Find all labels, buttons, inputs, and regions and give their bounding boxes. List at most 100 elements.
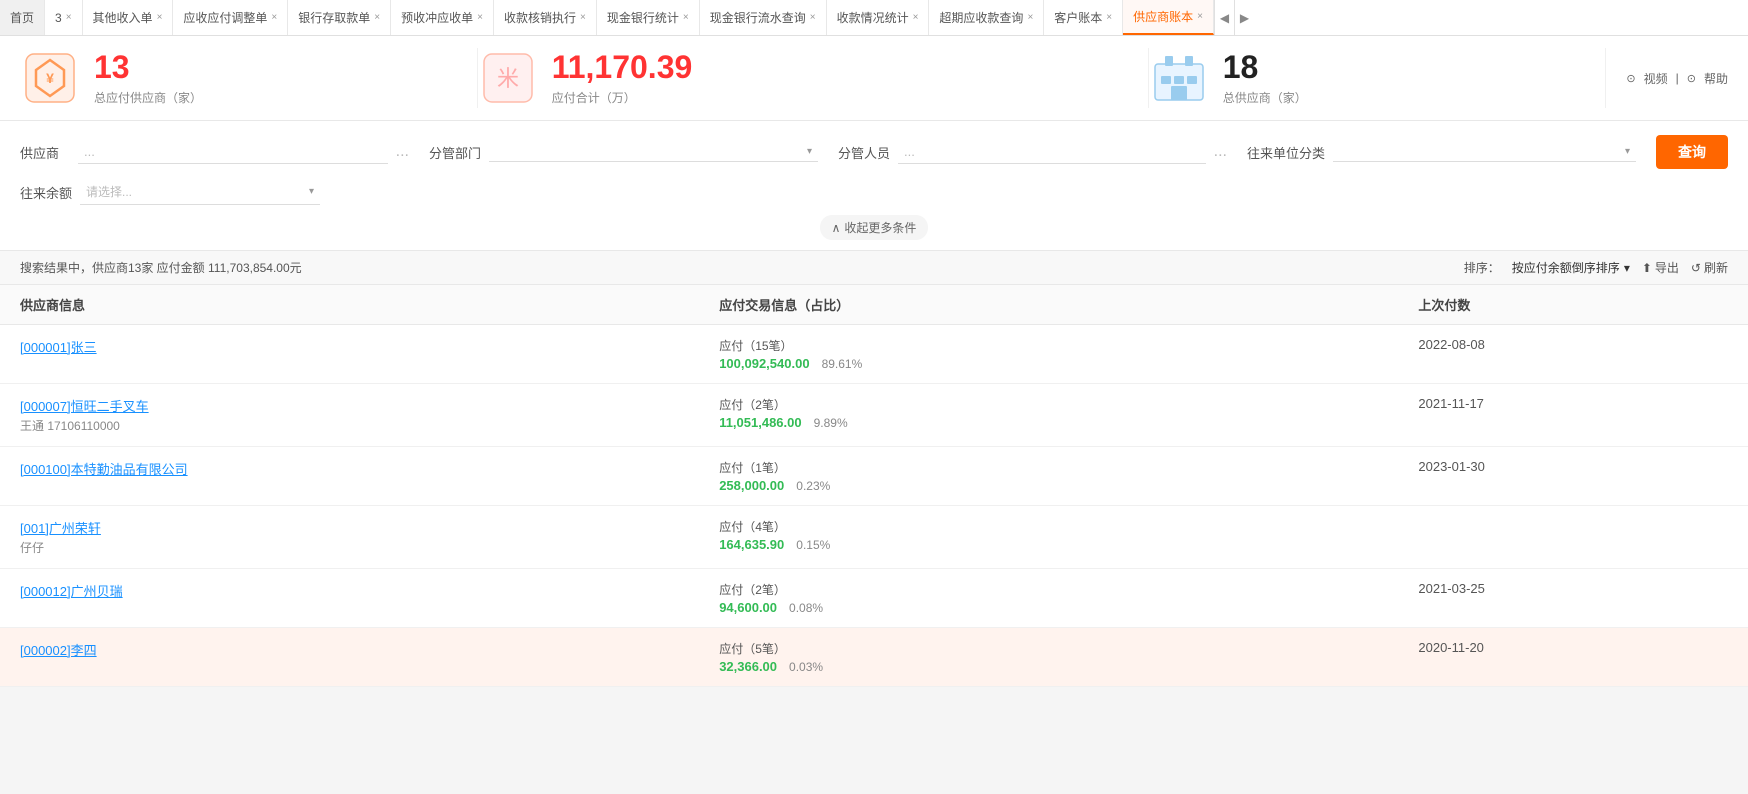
payable-amount[interactable]: 164,635.90: [719, 537, 784, 552]
tab-3-close[interactable]: ×: [66, 12, 72, 23]
supplier-link[interactable]: [000002]李四: [20, 643, 97, 658]
payable-amount[interactable]: 11,051,486.00: [719, 415, 801, 430]
collect-stats-label: 收款情况统计: [837, 9, 909, 26]
nav-arrow-left[interactable]: ◀: [1214, 0, 1234, 35]
person-filter-input[interactable]: [898, 140, 1206, 164]
last-payment-cell: 2023-01-30: [1398, 447, 1748, 506]
cash-bank-stats-close[interactable]: ×: [683, 12, 689, 23]
supplier-link[interactable]: [000007]恒旺二手叉车: [20, 399, 149, 414]
filter-row-1: 供应商 ... 分管部门 ▾ 分管人员 ... 往来单位分类 ▾ 查询: [20, 135, 1728, 169]
table-row: [000002]李四应付（5笔）32,366.000.03%2020-11-20: [0, 628, 1748, 687]
payable-amount[interactable]: 94,600.00: [719, 600, 777, 615]
dept-filter-label: 分管部门: [429, 143, 481, 162]
supplier-info-cell: [000001]张三: [0, 325, 699, 384]
nav-tab-home[interactable]: 首页: [0, 0, 45, 35]
payable-amount[interactable]: 258,000.00: [719, 478, 784, 493]
table-container: 供应商信息 应付交易信息（占比） 上次付数 [000001]张三应付（15笔）1…: [0, 285, 1748, 687]
last-payment-date: 2021-03-25: [1418, 581, 1485, 596]
bank-deposit-close[interactable]: ×: [374, 12, 380, 23]
payable-label: 应付（2笔）: [719, 581, 1378, 598]
supplier-link[interactable]: [000012]广州贝瑞: [20, 584, 123, 599]
ap-adjustment-close[interactable]: ×: [271, 12, 277, 23]
nav-tab-supplier-account[interactable]: 供应商账本 ×: [1123, 0, 1214, 35]
category-filter-select[interactable]: ▾: [1333, 142, 1636, 162]
nav-tab-ap-adjustment[interactable]: 应收应付调整单 ×: [173, 0, 288, 35]
nav-tab-3[interactable]: 3 ×: [45, 0, 83, 35]
nav-arrow-right[interactable]: ▶: [1234, 0, 1254, 35]
svg-text:¥: ¥: [46, 70, 54, 86]
cash-bank-flow-close[interactable]: ×: [810, 12, 816, 23]
help-link[interactable]: 帮助: [1704, 70, 1728, 87]
prepay-collect-label: 预收冲应收单: [401, 9, 473, 26]
nav-tab-collect-verify[interactable]: 收款核销执行 ×: [494, 0, 597, 35]
payable-percent: 0.23%: [796, 479, 830, 493]
video-icon: ⊙: [1626, 72, 1635, 85]
payable-label: 应付（5笔）: [719, 640, 1378, 657]
help-icon: ⊙: [1687, 72, 1696, 85]
prepay-collect-close[interactable]: ×: [477, 12, 483, 23]
search-button[interactable]: 查询: [1656, 135, 1728, 169]
cash-bank-flow-label: 现金银行流水查询: [710, 9, 806, 26]
supplier-contact: 仔仔: [20, 539, 679, 556]
stat-payable-amount-text: 11,170.39 应付合计（万）: [552, 50, 693, 106]
supplier-dots-icon[interactable]: ...: [396, 143, 409, 161]
supplier-filter-label: 供应商: [20, 143, 70, 162]
category-chevron-icon: ▾: [1625, 146, 1630, 157]
filter-row-2: 往来余额 请选择... ▾: [20, 179, 320, 205]
other-income-close[interactable]: ×: [157, 12, 163, 23]
payable-suppliers-icon: ¥: [20, 48, 80, 108]
payable-suppliers-number: 13: [94, 50, 202, 85]
payable-amount[interactable]: 32,366.00: [719, 659, 777, 674]
nav-tab-prepay-collect[interactable]: 预收冲应收单 ×: [391, 0, 494, 35]
home-tab-label: 首页: [10, 9, 34, 26]
payable-amount[interactable]: 100,092,540.00: [719, 356, 809, 371]
nav-tab-customer-account[interactable]: 客户账本 ×: [1044, 0, 1123, 35]
collect-verify-close[interactable]: ×: [580, 12, 586, 23]
last-payment-cell: [1398, 506, 1748, 569]
nav-tab-cash-bank-flow[interactable]: 现金银行流水查询 ×: [700, 0, 827, 35]
export-label: 导出: [1655, 259, 1679, 276]
balance-chevron-icon: ▾: [309, 186, 314, 197]
nav-tab-other-income[interactable]: 其他收入单 ×: [83, 0, 174, 35]
supplier-filter-input[interactable]: [78, 140, 388, 164]
table-row: [001]广州荣轩仔仔应付（4笔）164,635.900.15%: [0, 506, 1748, 569]
balance-filter-select[interactable]: 请选择... ▾: [80, 179, 320, 205]
filter-person: 分管人员 ...: [838, 140, 1227, 164]
dept-filter-select[interactable]: ▾: [489, 142, 818, 162]
nav-tab-overdue-collect[interactable]: 超期应收款查询 ×: [929, 0, 1044, 35]
video-link[interactable]: 视频: [1644, 70, 1668, 87]
payable-suppliers-label: 总应付供应商（家）: [94, 89, 202, 106]
nav-tab-collect-stats[interactable]: 收款情况统计 ×: [827, 0, 930, 35]
supplier-info-cell: [000002]李四: [0, 628, 699, 687]
payable-label: 应付（4笔）: [719, 518, 1378, 535]
customer-account-label: 客户账本: [1054, 9, 1102, 26]
category-filter-label: 往来单位分类: [1247, 143, 1325, 162]
supplier-link[interactable]: [000001]张三: [20, 340, 97, 355]
sort-select[interactable]: 按应付余额倒序排序 ▾: [1512, 259, 1630, 276]
stats-bar: ¥ 13 总应付供应商（家） 米 11,170.39 应付合计（万）: [0, 36, 1748, 121]
bank-deposit-label: 银行存取款单: [298, 9, 370, 26]
person-dots-icon[interactable]: ...: [1214, 143, 1227, 161]
nav-tab-cash-bank-stats[interactable]: 现金银行统计 ×: [597, 0, 700, 35]
supplier-link[interactable]: [000100]本特勤油品有限公司: [20, 462, 188, 477]
collect-stats-close[interactable]: ×: [913, 12, 919, 23]
refresh-button[interactable]: ↺ 刷新: [1691, 259, 1728, 276]
stat-payable-amount: 米 11,170.39 应付合计（万）: [478, 48, 1149, 108]
nav-tab-bank-deposit[interactable]: 银行存取款单 ×: [288, 0, 391, 35]
cash-bank-stats-label: 现金银行统计: [607, 9, 679, 26]
customer-account-close[interactable]: ×: [1106, 12, 1112, 23]
export-button[interactable]: ⬆ 导出: [1642, 259, 1679, 276]
overdue-collect-close[interactable]: ×: [1027, 12, 1033, 23]
collapse-button[interactable]: ∧ 收起更多条件: [820, 215, 929, 240]
sort-label: 排序：: [1464, 259, 1500, 276]
supplier-table: 供应商信息 应付交易信息（占比） 上次付数 [000001]张三应付（15笔）1…: [0, 285, 1748, 687]
last-payment-cell: 2022-08-08: [1398, 325, 1748, 384]
supplier-link[interactable]: [001]广州荣轩: [20, 521, 101, 536]
payable-label: 应付（2笔）: [719, 396, 1378, 413]
payable-amount-number: 11,170.39: [552, 50, 693, 85]
filter-area: 供应商 ... 分管部门 ▾ 分管人员 ... 往来单位分类 ▾ 查询: [0, 121, 1748, 251]
last-payment-date: 2020-11-20: [1418, 640, 1484, 655]
payable-transaction-cell: 应付（5笔）32,366.000.03%: [699, 628, 1398, 687]
supplier-account-close[interactable]: ×: [1197, 11, 1203, 22]
payable-transaction-cell: 应付（2笔）11,051,486.009.89%: [699, 384, 1398, 447]
